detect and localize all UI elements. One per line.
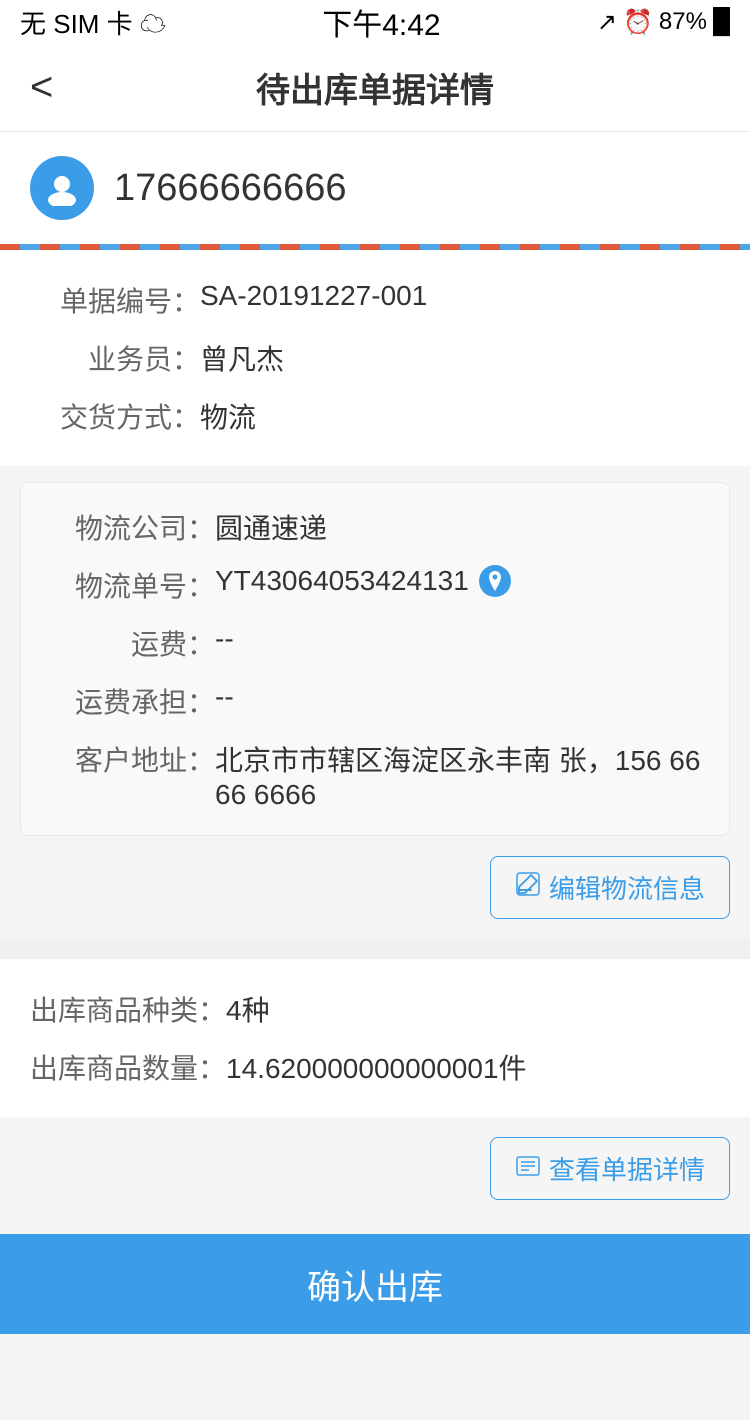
doc-number-value: SA-20191227-001 xyxy=(200,280,720,312)
basic-info-section: 单据编号： SA-20191227-001 业务员： 曾凡杰 交货方式： 物流 xyxy=(0,250,750,466)
status-right: ↗ ⏰ 87% █ xyxy=(597,8,730,37)
freight-bearer-value: -- xyxy=(215,681,705,713)
salesman-label: 业务员： xyxy=(30,338,200,378)
alarm-icon: ⏰ xyxy=(623,8,653,37)
goods-section: 出库商品种类： 4种 出库商品数量： 14.620000000000001件 xyxy=(0,959,750,1117)
logistics-card: 物流公司： 圆通速递 物流单号： YT43064053424131 运费： --… xyxy=(20,482,730,836)
view-detail-button[interactable]: 查看单据详情 xyxy=(490,1137,730,1200)
edit-logistics-area: 编辑物流信息 xyxy=(0,856,730,919)
goods-types-label: 出库商品种类： xyxy=(30,989,226,1029)
logistics-company-row: 物流公司： 圆通速递 xyxy=(45,507,705,547)
page-title: 待出库单据详情 xyxy=(256,63,494,112)
logistics-tracking-value: YT43064053424131 xyxy=(215,565,705,597)
salesman-value: 曾凡杰 xyxy=(200,338,720,378)
address-row: 客户地址： 北京市市辖区海淀区永丰南 张，156 6666 6666 xyxy=(45,739,705,811)
doc-number-label: 单据编号： xyxy=(30,280,200,320)
freight-bearer-row: 运费承担： -- xyxy=(45,681,705,721)
sim-status: 无 SIM 卡 ☁ xyxy=(20,4,166,41)
doc-number-row: 单据编号： SA-20191227-001 xyxy=(30,280,720,320)
logistics-tracking-label: 物流单号： xyxy=(45,565,215,605)
goods-quantity-value: 14.620000000000001件 xyxy=(226,1047,720,1087)
status-bar: 无 SIM 卡 ☁ 下午4:42 ↗ ⏰ 87% █ xyxy=(0,0,750,44)
nav-bar: < 待出库单据详情 xyxy=(0,44,750,132)
edit-logistics-button[interactable]: 编辑物流信息 xyxy=(490,856,730,919)
goods-quantity-row: 出库商品数量： 14.620000000000001件 xyxy=(30,1047,720,1087)
status-left: 无 SIM 卡 ☁ xyxy=(20,4,166,41)
address-label: 客户地址： xyxy=(45,739,215,779)
map-location-icon[interactable] xyxy=(479,565,511,597)
customer-header: 17666666666 xyxy=(0,132,750,244)
goods-types-value: 4种 xyxy=(226,989,720,1029)
logistics-company-label: 物流公司： xyxy=(45,507,215,547)
logistics-company-value: 圆通速递 xyxy=(215,507,705,547)
goods-types-row: 出库商品种类： 4种 xyxy=(30,989,720,1029)
logistics-tracking-row: 物流单号： YT43064053424131 xyxy=(45,565,705,605)
goods-quantity-label: 出库商品数量： xyxy=(30,1047,226,1087)
freight-label: 运费： xyxy=(45,623,215,663)
edit-icon xyxy=(515,871,541,904)
battery-level: 87% xyxy=(659,8,707,36)
freight-bearer-label: 运费承担： xyxy=(45,681,215,721)
address-value: 北京市市辖区海淀区永丰南 张，156 6666 6666 xyxy=(215,739,705,811)
location-status-icon: ↗ xyxy=(597,8,617,37)
back-button[interactable]: < xyxy=(30,65,53,110)
customer-phone: 17666666666 xyxy=(114,167,346,210)
status-time: 下午4:42 xyxy=(322,0,440,44)
list-icon xyxy=(515,1153,541,1184)
delivery-method-value: 物流 xyxy=(200,396,720,436)
edit-logistics-label: 编辑物流信息 xyxy=(549,869,705,906)
confirm-button-label: 确认出库 xyxy=(307,1260,443,1309)
freight-row: 运费： -- xyxy=(45,623,705,663)
battery-icon: █ xyxy=(713,8,730,36)
confirm-button[interactable]: 确认出库 xyxy=(0,1234,750,1334)
view-detail-label: 查看单据详情 xyxy=(549,1150,705,1187)
delivery-method-label: 交货方式： xyxy=(30,396,200,436)
avatar xyxy=(30,156,94,220)
delivery-method-row: 交货方式： 物流 xyxy=(30,396,720,436)
view-detail-area: 查看单据详情 xyxy=(0,1137,730,1200)
section-separator xyxy=(0,939,750,959)
freight-value: -- xyxy=(215,623,705,655)
salesman-row: 业务员： 曾凡杰 xyxy=(30,338,720,378)
